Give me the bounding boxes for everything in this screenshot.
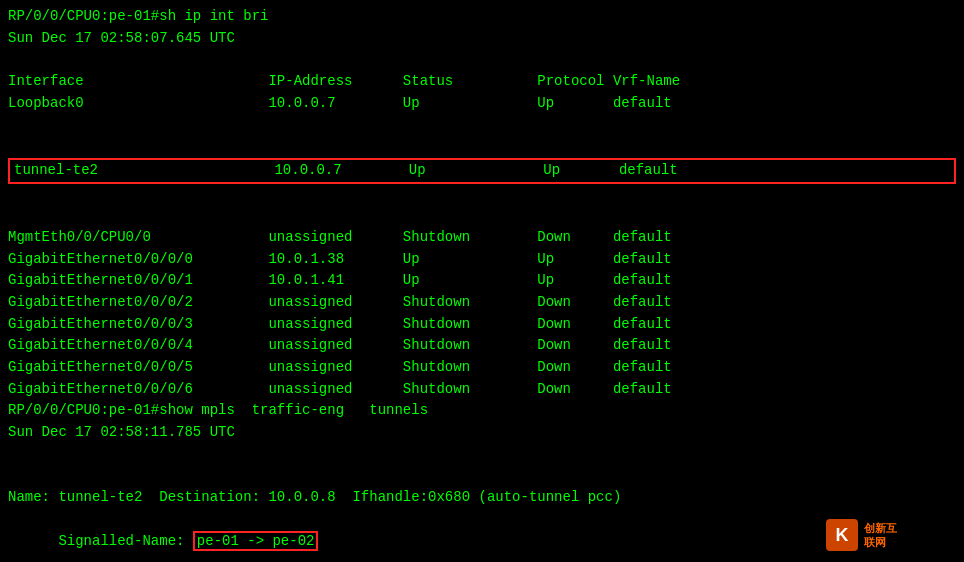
table-row: MgmtEth0/0/CPU0/0 unassigned Shutdown Do…: [8, 227, 956, 249]
logo-overlay: K 创新互 联网: [826, 516, 956, 554]
table-row: GigabitEthernet0/0/0/0 10.0.1.38 Up Up d…: [8, 249, 956, 271]
signalled-name-label: Signalled-Name:: [42, 533, 193, 549]
table-row: GigabitEthernet0/0/0/1 10.0.1.41 Up Up d…: [8, 270, 956, 292]
table-row: GigabitEthernet0/0/0/2 unassigned Shutdo…: [8, 292, 956, 314]
terminal-window: RP/0/0/CPU0:pe-01#sh ip int bri Sun Dec …: [0, 0, 964, 562]
table-row: Loopback0 10.0.0.7 Up Up default: [8, 93, 956, 115]
timestamp-1: Sun Dec 17 02:58:07.645 UTC: [8, 28, 956, 50]
timestamp-2: Sun Dec 17 02:58:11.785 UTC: [8, 422, 956, 444]
table-row: GigabitEthernet0/0/0/4 unassigned Shutdo…: [8, 335, 956, 357]
signalled-name-line: Signalled-Name: pe-01 -> pe-02: [8, 509, 956, 562]
tunnel-te2-highlight: tunnel-te2 10.0.0.7 Up Up default: [8, 158, 956, 184]
tunnel-info: Name: tunnel-te2 Destination: 10.0.0.8 I…: [8, 487, 956, 509]
table-row: GigabitEthernet0/0/0/6 unassigned Shutdo…: [8, 379, 956, 401]
svg-text:K: K: [836, 525, 849, 545]
logo-icon: K: [826, 519, 858, 551]
table-row: GigabitEthernet0/0/0/3 unassigned Shutdo…: [8, 314, 956, 336]
prompt-line-1: RP/0/0/CPU0:pe-01#sh ip int bri: [8, 6, 956, 28]
signalled-name-value: pe-01 -> pe-02: [193, 531, 319, 551]
prompt-line-2: RP/0/0/CPU0:pe-01#show mpls traffic-eng …: [8, 400, 956, 422]
table-header: Interface IP-Address Status Protocol Vrf…: [8, 71, 956, 93]
logo-text: 创新互 联网: [864, 521, 897, 550]
table-row: GigabitEthernet0/0/0/5 unassigned Shutdo…: [8, 357, 956, 379]
tunnel-te2-row: tunnel-te2 10.0.0.7 Up Up default: [8, 114, 956, 226]
